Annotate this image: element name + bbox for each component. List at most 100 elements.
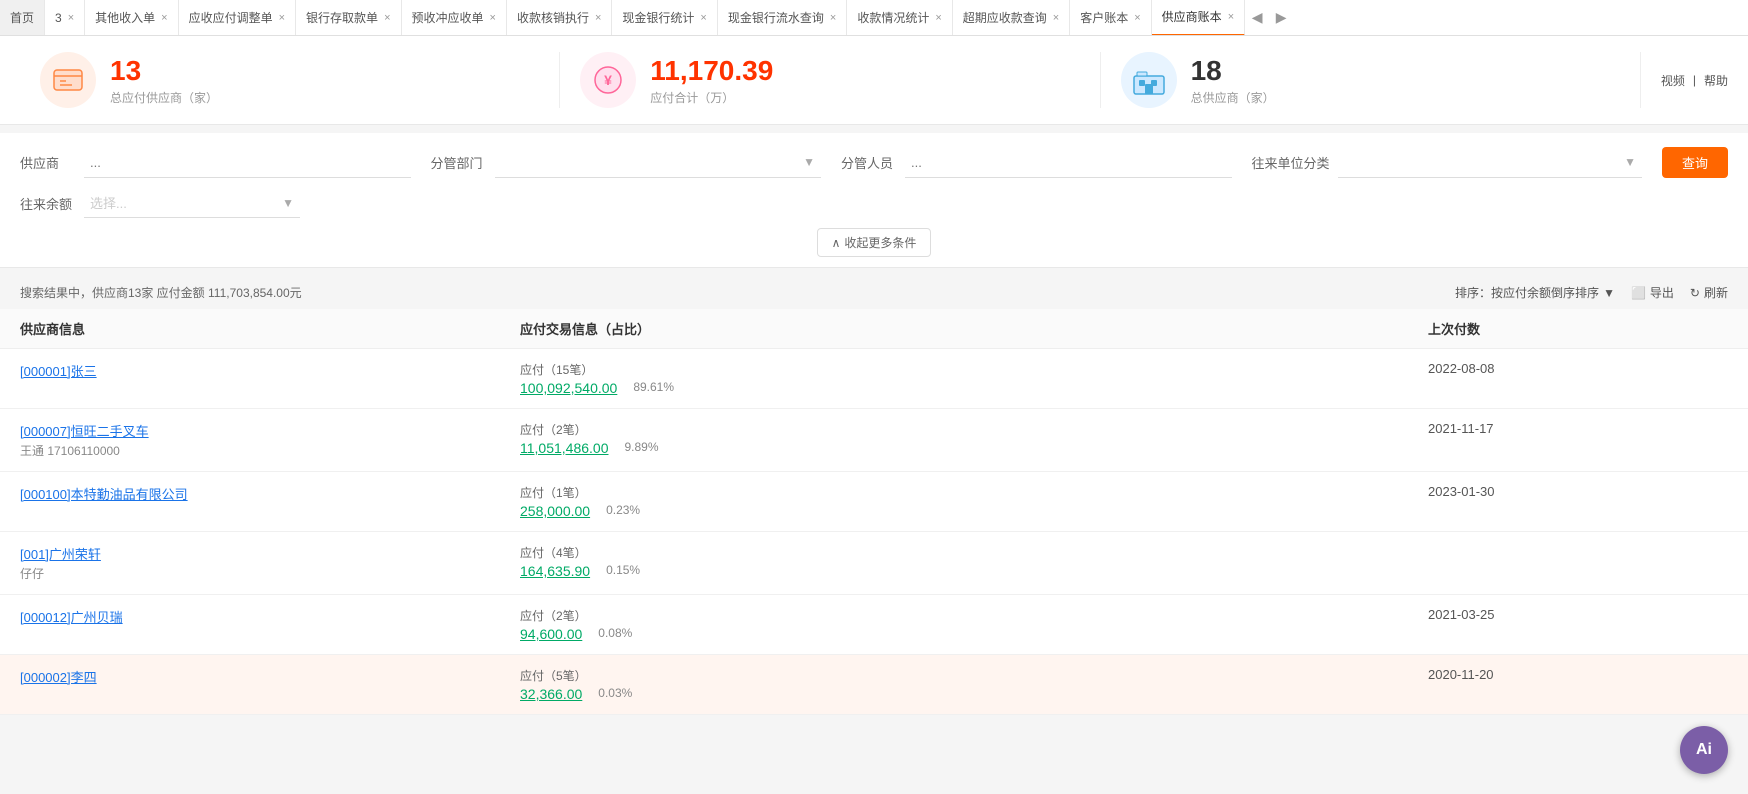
supplier-sub-2: 王通 17106110000 <box>20 442 520 459</box>
video-link[interactable]: 视频 <box>1661 72 1685 89</box>
collapse-button[interactable]: ∧ 收起更多条件 <box>817 228 932 257</box>
tx-info-4: 应付（4笔） 164,635.90 0.15% <box>520 544 1428 579</box>
nav-tab-bank-deposit[interactable]: 银行存取款单 × <box>296 0 401 36</box>
dept-filter-select[interactable]: ▼ <box>495 148 822 178</box>
result-bar: 搜索结果中，供应商13家 应付金额 111,703,854.00元 排序：按应付… <box>0 276 1748 309</box>
nav-tab-3[interactable]: 3 × <box>45 0 85 36</box>
nav-tab-supplier-ledger-label: 供应商账本 <box>1162 8 1222 25</box>
col-header-last-pay: 上次付数 <box>1428 319 1728 338</box>
nav-tab-cash-flow-close[interactable]: × <box>830 12 836 24</box>
nav-tab-ar-ap-adjust[interactable]: 应收应付调整单 × <box>179 0 296 36</box>
tx-label-6: 应付（5笔） <box>520 667 1428 684</box>
last-pay-1: 2022-08-08 <box>1428 361 1728 376</box>
nav-tab-supplier-ledger-close[interactable]: × <box>1228 11 1234 23</box>
nav-left-arrow[interactable]: ◀ <box>1245 0 1269 36</box>
nav-tab-cash-bank-stat-close[interactable]: × <box>700 12 706 24</box>
nav-tab-other-income[interactable]: 其他收入单 × <box>85 0 178 36</box>
nav-tab-bank-deposit-close[interactable]: × <box>384 12 390 24</box>
supplier-link-2[interactable]: [000007]恒旺二手叉车 <box>20 424 149 439</box>
export-button[interactable]: ⬜ 导出 <box>1631 284 1674 301</box>
nav-tab-receipt-stat[interactable]: 收款情况统计 × <box>847 0 952 36</box>
supplier-link-4[interactable]: [001]广州荣轩 <box>20 547 101 562</box>
supplier-info-6: [000002]李四 <box>20 667 520 686</box>
supplier-link-3[interactable]: [000100]本特勤油品有限公司 <box>20 487 188 502</box>
refresh-button[interactable]: ↻ 刷新 <box>1690 284 1728 301</box>
tx-amount-2[interactable]: 11,051,486.00 <box>520 440 609 456</box>
tx-info-5: 应付（2笔） 94,600.00 0.08% <box>520 607 1428 642</box>
query-button[interactable]: 查询 <box>1662 147 1728 178</box>
nav-tab-customer-ledger-label: 客户账本 <box>1080 9 1128 26</box>
nav-tab-bank-deposit-label: 银行存取款单 <box>306 9 378 26</box>
refresh-label: 刷新 <box>1704 284 1728 301</box>
nav-tab-home[interactable]: 首页 <box>0 0 45 36</box>
tx-row-4: 164,635.90 0.15% <box>520 561 1428 579</box>
nav-tab-customer-ledger[interactable]: 客户账本 × <box>1070 0 1151 36</box>
nav-tab-prepay-offset[interactable]: 预收冲应收单 × <box>402 0 507 36</box>
person-filter-input[interactable] <box>905 148 1232 178</box>
tx-info-2: 应付（2笔） 11,051,486.00 9.89% <box>520 421 1428 456</box>
supplier-link-6[interactable]: [000002]李四 <box>20 670 97 685</box>
nav-tab-overdue-query-label: 超期应收款查询 <box>963 9 1047 26</box>
payable-total-info: 11,170.39 应付合计（万） <box>650 54 773 107</box>
export-label: 导出 <box>1650 284 1674 301</box>
supplier-info-4: [001]广州荣轩 仔仔 <box>20 544 520 582</box>
ai-button[interactable]: Ai <box>1680 726 1728 774</box>
payable-total-label: 应付合计（万） <box>650 89 773 106</box>
supplier-info-2: [000007]恒旺二手叉车 王通 17106110000 <box>20 421 520 459</box>
tx-amount-3[interactable]: 258,000.00 <box>520 503 590 519</box>
tx-amount-4[interactable]: 164,635.90 <box>520 563 590 579</box>
help-link[interactable]: 帮助 <box>1704 72 1728 89</box>
nav-tab-overdue-query[interactable]: 超期应收款查询 × <box>953 0 1070 36</box>
nav-tab-3-close[interactable]: × <box>68 12 74 24</box>
nav-tab-customer-ledger-close[interactable]: × <box>1134 12 1140 24</box>
tx-pct-6: 0.03% <box>598 686 632 700</box>
supplier-info-3: [000100]本特勤油品有限公司 <box>20 484 520 503</box>
supplier-link-1[interactable]: [000001]张三 <box>20 364 97 379</box>
nav-tab-overdue-query-close[interactable]: × <box>1053 12 1059 24</box>
link-separator: | <box>1693 73 1696 87</box>
category-filter-select[interactable]: ▼ <box>1338 148 1642 178</box>
dept-filter-label: 分管部门 <box>431 153 487 172</box>
last-pay-2: 2021-11-17 <box>1428 421 1728 436</box>
nav-tab-ar-ap-adjust-label: 应收应付调整单 <box>189 9 273 26</box>
nav-tab-prepay-offset-close[interactable]: × <box>490 12 496 24</box>
tx-row-6: 32,366.00 0.03% <box>520 684 1428 702</box>
total-suppliers-icon <box>1121 52 1177 108</box>
tx-amount-1[interactable]: 100,092,540.00 <box>520 380 617 396</box>
payable-suppliers-info: 13 总应付供应商（家） <box>110 54 218 107</box>
dept-chevron-icon: ▼ <box>803 155 815 169</box>
tx-amount-6[interactable]: 32,366.00 <box>520 686 582 702</box>
table-row: [000007]恒旺二手叉车 王通 17106110000 应付（2笔） 11,… <box>0 409 1748 472</box>
last-pay-3: 2023-01-30 <box>1428 484 1728 499</box>
filter-row-1: 供应商 分管部门 ▼ 分管人员 往来单位分类 ▼ 查询 <box>20 147 1728 178</box>
nav-tab-supplier-ledger[interactable]: 供应商账本 × <box>1152 0 1245 36</box>
filter-dept: 分管部门 ▼ <box>431 148 822 178</box>
nav-tab-other-income-close[interactable]: × <box>161 12 167 24</box>
nav-tab-cash-flow[interactable]: 现金银行流水查询 × <box>718 0 847 36</box>
nav-tab-home-label: 首页 <box>10 9 34 26</box>
total-suppliers-count: 18 <box>1191 54 1275 88</box>
payable-suppliers-icon <box>40 52 96 108</box>
supplier-sub-4: 仔仔 <box>20 565 520 582</box>
summary-card-payable-suppliers: 13 总应付供应商（家） <box>20 52 560 108</box>
nav-tab-receipt-verify[interactable]: 收款核销执行 × <box>507 0 612 36</box>
payable-suppliers-label: 总应付供应商（家） <box>110 89 218 106</box>
supplier-info-5: [000012]广州贝瑞 <box>20 607 520 626</box>
table-row: [000012]广州贝瑞 应付（2笔） 94,600.00 0.08% 2021… <box>0 595 1748 655</box>
sort-dropdown[interactable]: 排序：按应付余额倒序排序 ▼ <box>1455 284 1615 301</box>
table-row: [000100]本特勤油品有限公司 应付（1笔） 258,000.00 0.23… <box>0 472 1748 532</box>
nav-tab-3-label: 3 <box>55 11 62 25</box>
nav-tab-receipt-stat-close[interactable]: × <box>935 12 941 24</box>
tx-amount-5[interactable]: 94,600.00 <box>520 626 582 642</box>
sort-chevron-icon: ▼ <box>1603 286 1615 300</box>
tx-row-5: 94,600.00 0.08% <box>520 624 1428 642</box>
nav-tab-cash-bank-stat[interactable]: 现金银行统计 × <box>612 0 717 36</box>
supplier-filter-input[interactable] <box>84 148 411 178</box>
supplier-link-5[interactable]: [000012]广州贝瑞 <box>20 610 123 625</box>
balance-filter-select[interactable]: 选择... ▼ <box>84 188 300 218</box>
tx-label-1: 应付（15笔） <box>520 361 1428 378</box>
nav-tab-cash-bank-stat-label: 现金银行统计 <box>622 9 694 26</box>
nav-tab-ar-ap-adjust-close[interactable]: × <box>279 12 285 24</box>
nav-right-arrow[interactable]: ▶ <box>1269 0 1293 36</box>
nav-tab-receipt-verify-close[interactable]: × <box>595 12 601 24</box>
